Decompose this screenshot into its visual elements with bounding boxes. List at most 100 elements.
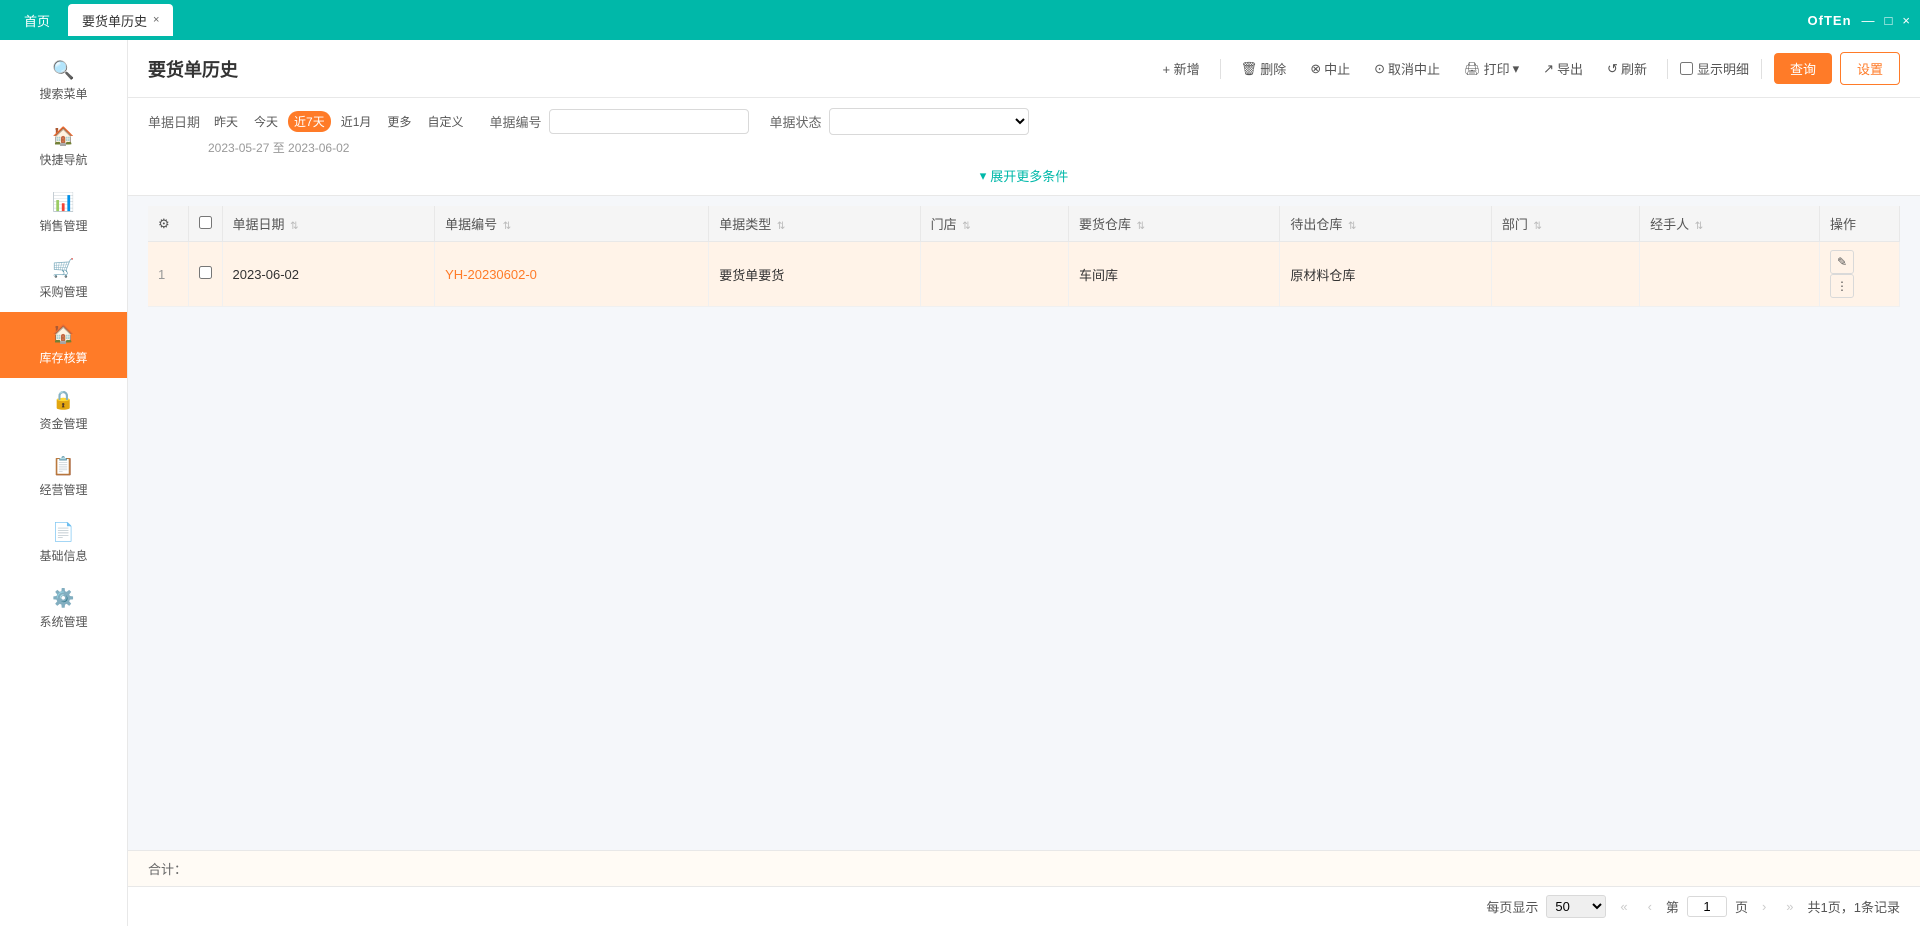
window-max-btn[interactable]: □ <box>1885 13 1893 28</box>
window-min-btn[interactable]: — <box>1862 13 1875 28</box>
sidebar-item-label: 库存核算 <box>39 349 87 366</box>
goto-label: 第 <box>1666 897 1679 916</box>
cell-operation: ✎ ⋮ <box>1820 242 1900 307</box>
sidebar-item-label: 采购管理 <box>39 283 87 300</box>
date-pill-today[interactable]: 今天 <box>248 111 284 132</box>
pagination-bar: 每页显示 50 100 200 « ‹ 第 页 › » 共1页，1条记录 <box>128 886 1920 926</box>
th-date[interactable]: 单据日期 ⇅ <box>222 206 435 242</box>
next-page-btn[interactable]: › <box>1756 897 1772 916</box>
sidebar-item-label: 销售管理 <box>39 217 87 234</box>
sidebar-item-base-info[interactable]: 📄 基础信息 <box>0 510 127 576</box>
order-no-filter: 单据编号 <box>489 109 749 134</box>
refresh-icon: ↺ <box>1607 61 1618 77</box>
page-suffix: 页 <box>1735 897 1748 916</box>
refresh-button[interactable]: ↺ 刷新 <box>1599 55 1655 82</box>
cell-pending-warehouse: 原材料仓库 <box>1280 242 1491 307</box>
sales-icon: 📊 <box>52 192 74 213</box>
order-no-link[interactable]: YH-20230602-0 <box>445 267 537 282</box>
cancel-stop-button[interactable]: ⊙ 取消中止 <box>1366 55 1448 82</box>
sidebar-item-sales[interactable]: 📊 销售管理 <box>0 180 127 246</box>
search-menu-icon: 🔍 <box>52 60 74 81</box>
top-bar: 首页 要货单历史 × OfTEn — □ × <box>0 0 1920 40</box>
date-pill-7days[interactable]: 近7天 <box>288 111 331 132</box>
last-page-btn[interactable]: » <box>1780 897 1799 916</box>
stop-icon: ⊗ <box>1310 61 1321 77</box>
print-button[interactable]: 🖨 打印 ▾ <box>1456 55 1527 82</box>
cell-req-warehouse: 车间库 <box>1068 242 1279 307</box>
sidebar-item-inventory[interactable]: 🏠 库存核算 <box>0 312 127 378</box>
cell-handler <box>1640 242 1820 307</box>
settings-button[interactable]: 设置 <box>1840 52 1900 85</box>
th-checkbox[interactable] <box>188 206 222 242</box>
expand-icon: ▾ <box>980 168 987 184</box>
top-bar-right: OfTEn — □ × <box>1808 13 1910 28</box>
th-pending-warehouse[interactable]: 待出仓库 ⇅ <box>1280 206 1491 242</box>
sidebar-item-system[interactable]: ⚙️ 系统管理 <box>0 576 127 642</box>
sidebar: 🔍 搜索菜单 🏠 快捷导航 📊 销售管理 🛒 采购管理 🏠 库存核算 🔒 资金管… <box>0 40 128 926</box>
delete-button[interactable]: 🗑 删除 <box>1233 55 1295 82</box>
th-req-warehouse[interactable]: 要货仓库 ⇅ <box>1068 206 1279 242</box>
order-no-input[interactable] <box>549 109 749 134</box>
date-pill-more[interactable]: 更多 <box>381 111 417 132</box>
base-info-icon: 📄 <box>52 522 74 543</box>
row-edit-btn[interactable]: ✎ <box>1830 250 1854 274</box>
status-select[interactable] <box>829 108 1029 135</box>
print-icon: 🖨 <box>1464 61 1481 77</box>
sidebar-item-operations[interactable]: 📋 经营管理 <box>0 444 127 510</box>
prev-page-btn[interactable]: ‹ <box>1642 897 1658 916</box>
delete-icon: 🗑 <box>1241 61 1258 77</box>
new-button[interactable]: + 新增 <box>1154 55 1207 82</box>
show-detail-label[interactable]: 显示明细 <box>1680 59 1749 78</box>
th-store[interactable]: 门店 ⇅ <box>920 206 1068 242</box>
date-filter-label: 单据日期 <box>148 112 200 131</box>
content-area: 要货单历史 + 新增 🗑 删除 ⊗ 中止 ⊙ 取消中止 🖨 打 <box>128 40 1920 926</box>
query-button[interactable]: 查询 <box>1774 53 1832 84</box>
data-table: ⚙ 单据日期 ⇅ 单据编号 ⇅ 单据类型 ⇅ 门店 ⇅ 要货仓库 ⇅ 待出仓库 … <box>148 206 1900 307</box>
sidebar-item-search-menu[interactable]: 🔍 搜索菜单 <box>0 48 127 114</box>
per-page-label: 每页显示 <box>1486 897 1538 916</box>
sidebar-item-finance[interactable]: 🔒 资金管理 <box>0 378 127 444</box>
th-department[interactable]: 部门 ⇅ <box>1491 206 1639 242</box>
tab-close-icon[interactable]: × <box>153 14 159 26</box>
cell-department <box>1491 242 1639 307</box>
th-handler[interactable]: 经手人 ⇅ <box>1640 206 1820 242</box>
first-page-btn[interactable]: « <box>1614 897 1633 916</box>
sidebar-item-quick-nav[interactable]: 🏠 快捷导航 <box>0 114 127 180</box>
page-header: 要货单历史 + 新增 🗑 删除 ⊗ 中止 ⊙ 取消中止 🖨 打 <box>128 40 1920 98</box>
header-actions: + 新增 🗑 删除 ⊗ 中止 ⊙ 取消中止 🖨 打印 ▾ <box>1154 52 1900 85</box>
tab-current[interactable]: 要货单历史 × <box>68 4 173 36</box>
date-pill-custom[interactable]: 自定义 <box>421 111 469 132</box>
row-more-btn[interactable]: ⋮ <box>1830 274 1854 298</box>
export-icon: ↗ <box>1543 61 1554 77</box>
expand-filter-btn[interactable]: ▾ 展开更多条件 <box>980 166 1069 185</box>
cell-order-type: 要货单要货 <box>709 242 920 307</box>
show-detail-checkbox[interactable] <box>1680 62 1693 75</box>
stop-button[interactable]: ⊗ 中止 <box>1302 55 1358 82</box>
sidebar-item-purchase[interactable]: 🛒 采购管理 <box>0 246 127 312</box>
cell-order-no[interactable]: YH-20230602-0 <box>435 242 709 307</box>
row-checkbox[interactable] <box>199 266 212 279</box>
select-all-checkbox[interactable] <box>199 216 212 229</box>
tab-home[interactable]: 首页 <box>10 4 64 36</box>
table-row: 1 2023-06-02 YH-20230602-0 要货单要货 车间库 原材料… <box>148 242 1900 307</box>
th-order-type[interactable]: 单据类型 ⇅ <box>709 206 920 242</box>
filter-bar: 单据日期 昨天 今天 近7天 近1月 更多 自定义 单据编号 单据状态 <box>128 98 1920 196</box>
total-label: 合计： <box>148 862 187 877</box>
cancel-stop-icon: ⊙ <box>1374 61 1385 77</box>
th-order-no[interactable]: 单据编号 ⇅ <box>435 206 709 242</box>
divider-2 <box>1667 59 1668 79</box>
date-pill-yesterday[interactable]: 昨天 <box>208 111 244 132</box>
window-close-btn[interactable]: × <box>1902 13 1910 28</box>
sidebar-item-label: 经营管理 <box>39 481 87 498</box>
date-pill-1month[interactable]: 近1月 <box>335 111 378 132</box>
page-input[interactable] <box>1687 896 1727 917</box>
export-button[interactable]: ↗ 导出 <box>1535 55 1591 82</box>
cell-checkbox[interactable] <box>188 242 222 307</box>
total-info: 共1页，1条记录 <box>1808 897 1900 916</box>
quick-nav-icon: 🏠 <box>52 126 74 147</box>
cell-store <box>920 242 1068 307</box>
table-footer: 合计： <box>128 850 1920 886</box>
per-page-select[interactable]: 50 100 200 <box>1546 895 1606 918</box>
th-settings[interactable]: ⚙ <box>148 206 188 242</box>
print-dropdown-icon: ▾ <box>1513 61 1520 77</box>
